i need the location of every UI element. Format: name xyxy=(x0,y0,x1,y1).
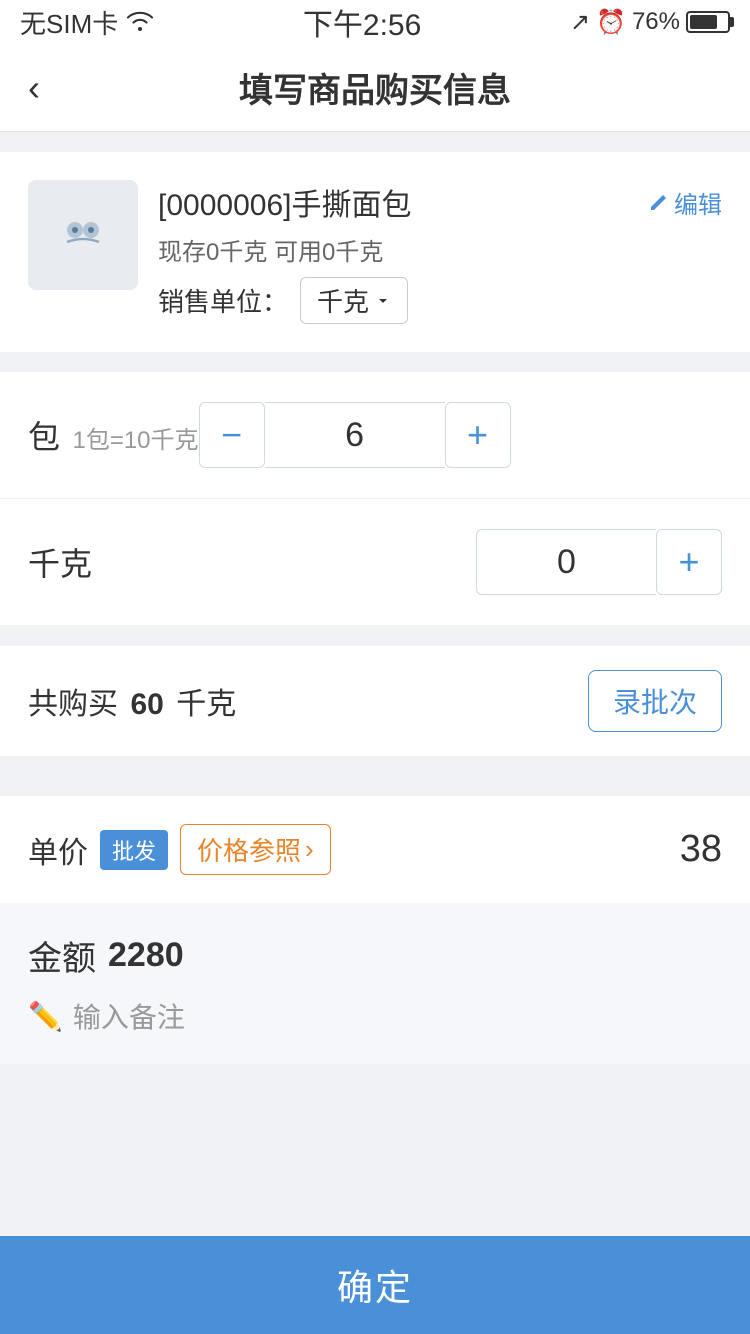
summary-amount: 60 xyxy=(130,688,163,721)
alarm-icon: ⏰ xyxy=(596,8,626,37)
battery-icon xyxy=(686,11,730,33)
page-title: 填写商品购买信息 xyxy=(239,63,511,112)
confirm-button[interactable]: 确定 xyxy=(337,1259,413,1311)
bao-label-group: 包 1包=10千克 xyxy=(28,412,199,458)
footer[interactable]: 确定 xyxy=(0,1236,750,1334)
back-button[interactable]: ‹ xyxy=(28,67,40,109)
product-stock: 现存0千克 可用0千克 xyxy=(158,232,722,267)
battery-percent: 76% xyxy=(632,8,680,36)
edit-link[interactable]: 编辑 xyxy=(648,185,722,220)
bao-label: 包 xyxy=(28,419,60,455)
status-left: 无SIM卡 xyxy=(20,4,154,41)
bao-minus-button[interactable]: − xyxy=(199,402,265,468)
wifi-icon xyxy=(126,7,154,38)
divider xyxy=(0,756,750,776)
price-section: 单价 批发 价格参照 › 38 xyxy=(0,796,750,903)
unit-select[interactable]: 千克 xyxy=(300,277,408,324)
amount-value: 2280 xyxy=(108,936,184,975)
status-bar: 无SIM卡 下午2:56 ↗ ⏰ 76% xyxy=(0,0,750,44)
price-value: 38 xyxy=(680,828,722,871)
amount-row: 金额 2280 xyxy=(28,931,722,980)
product-name: [0000006]手撕面包 xyxy=(158,180,411,224)
status-right: ↗ ⏰ 76% xyxy=(570,8,730,37)
price-tag: 批发 xyxy=(100,830,168,870)
batch-button[interactable]: 录批次 xyxy=(588,670,722,732)
price-label: 单价 xyxy=(28,828,88,872)
price-ref-button[interactable]: 价格参照 › xyxy=(180,824,331,875)
price-row: 单价 批发 价格参照 › 38 xyxy=(28,824,722,875)
kg-input[interactable] xyxy=(476,529,656,595)
amount-section: 金额 2280 ✏️ 输入备注 xyxy=(0,903,750,1064)
note-row[interactable]: ✏️ 输入备注 xyxy=(28,996,722,1036)
product-section: [0000006]手撕面包 编辑 现存0千克 可用0千克 销售单位： 千克 xyxy=(0,152,750,352)
bao-sublabel: 1包=10千克 xyxy=(72,427,198,454)
footer-spacer xyxy=(0,1064,750,1184)
summary-section: 共购买 60 千克 录批次 xyxy=(0,646,750,756)
pencil-icon: ✏️ xyxy=(28,1000,63,1033)
kg-label: 千克 xyxy=(28,539,476,585)
bao-input[interactable] xyxy=(265,402,445,468)
product-thumbnail xyxy=(28,180,138,290)
product-unit-row: 销售单位： 千克 xyxy=(158,277,722,324)
quantity-section: 包 1包=10千克 − + 千克 + xyxy=(0,372,750,626)
carrier-text: 无SIM卡 xyxy=(20,4,118,41)
bao-row: 包 1包=10千克 − + xyxy=(0,372,750,499)
kg-controls: + xyxy=(476,529,722,595)
amount-label: 金额 xyxy=(28,931,96,980)
product-info: [0000006]手撕面包 编辑 现存0千克 可用0千克 销售单位： 千克 xyxy=(158,180,722,324)
kg-row: 千克 + xyxy=(0,499,750,626)
kg-plus-button[interactable]: + xyxy=(656,529,722,595)
price-left: 单价 批发 价格参照 › xyxy=(28,824,331,875)
summary-text: 共购买 60 千克 xyxy=(28,679,236,723)
product-name-row: [0000006]手撕面包 编辑 xyxy=(158,180,722,224)
unit-label: 销售单位： xyxy=(158,282,288,319)
time-display: 下午2:56 xyxy=(303,0,421,44)
bao-plus-button[interactable]: + xyxy=(445,402,511,468)
bao-controls: − + xyxy=(199,402,511,468)
location-icon: ↗ xyxy=(570,8,590,37)
nav-bar: ‹ 填写商品购买信息 xyxy=(0,44,750,132)
note-label[interactable]: 输入备注 xyxy=(73,996,185,1036)
